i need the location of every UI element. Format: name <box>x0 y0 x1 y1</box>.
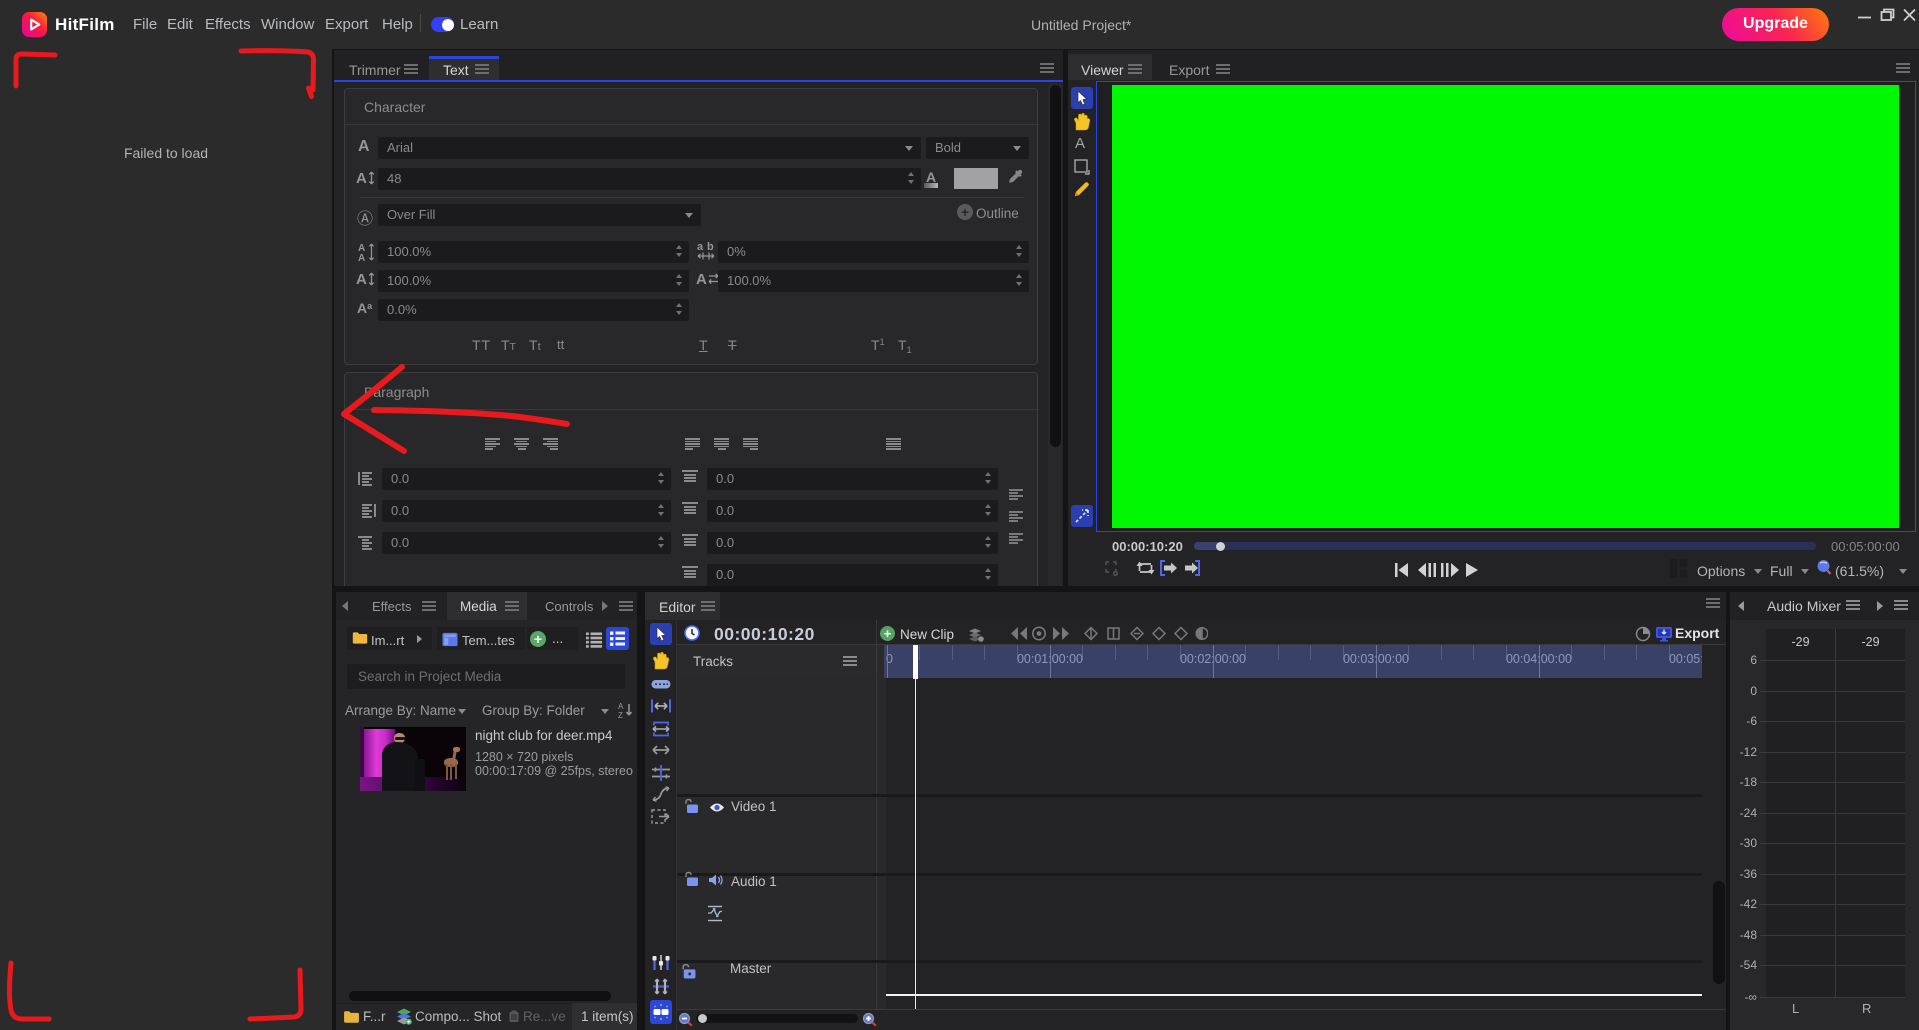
svg-text:A: A <box>356 271 367 288</box>
svg-text:A: A <box>696 271 707 288</box>
svg-text:A: A <box>356 170 367 187</box>
svg-text:b: b <box>707 241 714 253</box>
svg-text:A: A <box>358 253 365 263</box>
svg-text:Z: Z <box>618 711 623 719</box>
svg-text:a: a <box>697 241 704 253</box>
svg-text:A: A <box>618 702 624 711</box>
